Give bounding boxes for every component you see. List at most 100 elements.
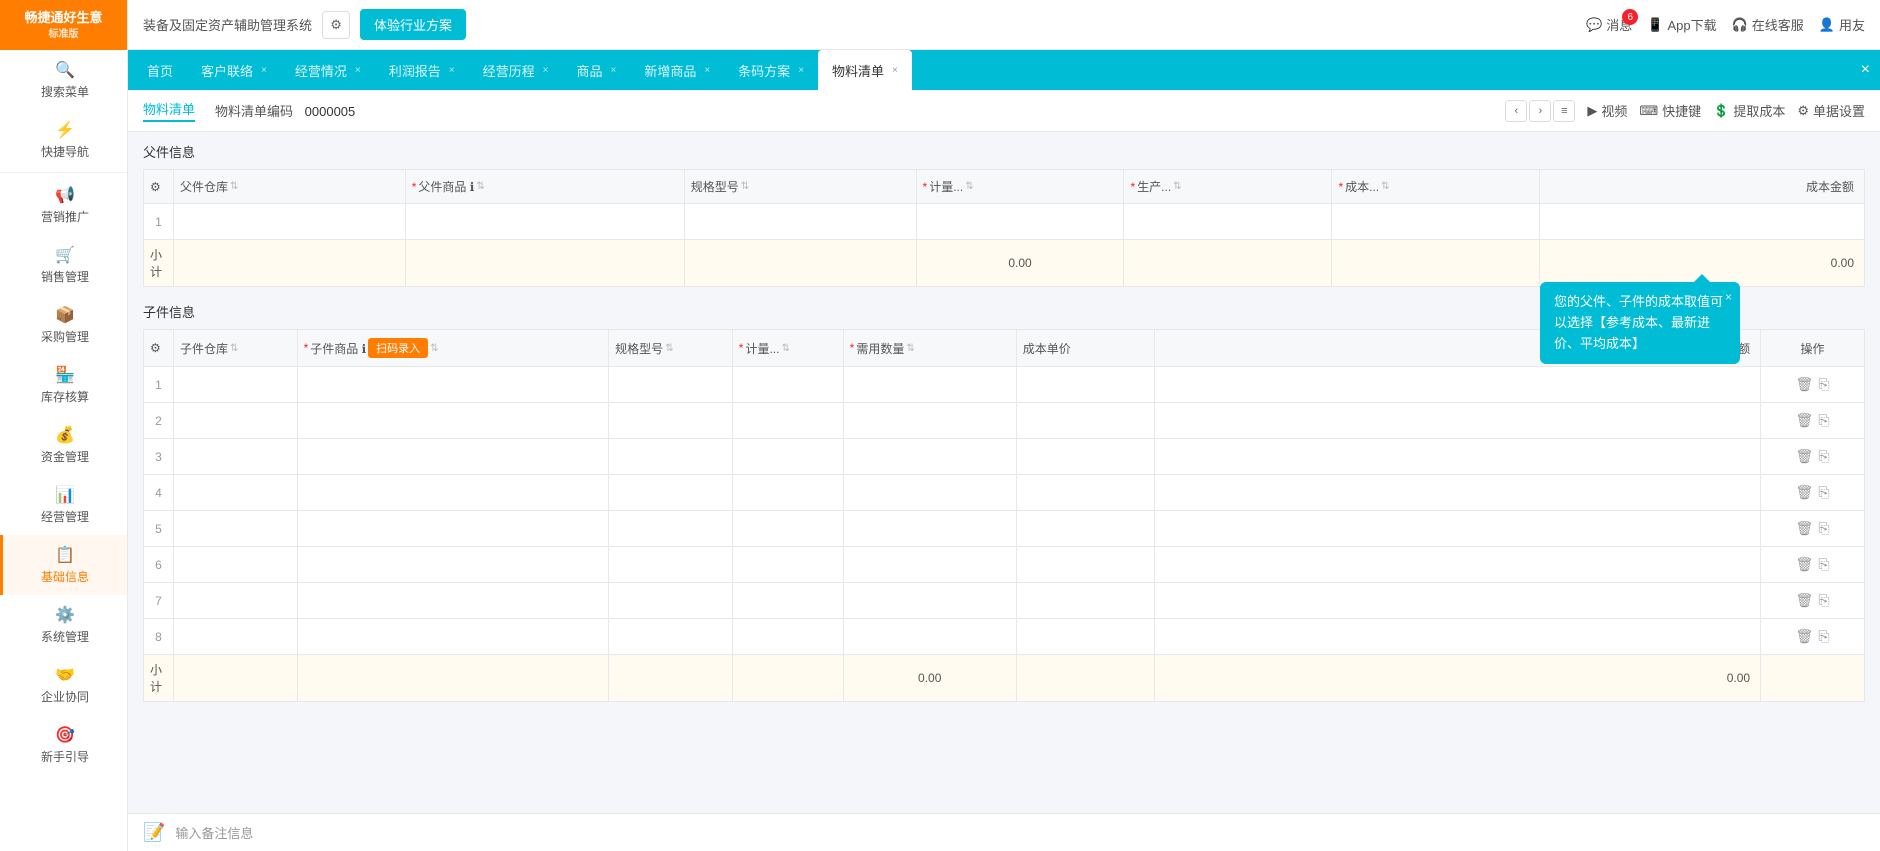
parent-unit-cell[interactable] <box>916 204 1124 240</box>
copy-icon-8[interactable]: ⎘ <box>1818 628 1829 645</box>
tab-customer-close[interactable]: × <box>261 65 267 76</box>
child-unitcost-cell-1[interactable] <box>1016 367 1154 403</box>
settings-button[interactable]: ⚙ <box>322 11 350 39</box>
cost-action[interactable]: 💲 提取成本 <box>1713 101 1785 120</box>
child-spec-cell-4[interactable] <box>609 475 733 511</box>
child-warehouse-cell-8[interactable] <box>174 619 298 655</box>
tab-profit-close[interactable]: × <box>449 65 455 76</box>
child-qty-cell-2[interactable] <box>843 403 1016 439</box>
scan-button[interactable]: 扫码录入 <box>368 338 428 358</box>
sidebar-item-sales[interactable]: 🛒 销售管理 <box>0 235 127 295</box>
child-spec-cell-6[interactable] <box>609 547 733 583</box>
child-unitcost-cell-5[interactable] <box>1016 511 1154 547</box>
child-unit-cell-2[interactable] <box>732 403 843 439</box>
delete-icon-6[interactable]: 🗑 <box>1796 556 1814 573</box>
tab-barcode-close[interactable]: × <box>798 65 804 76</box>
child-unit-cell-7[interactable] <box>732 583 843 619</box>
delete-icon-5[interactable]: 🗑 <box>1796 520 1814 537</box>
child-goods-cell-2[interactable] <box>297 403 609 439</box>
tab-barcode[interactable]: 条码方案 × <box>724 50 818 90</box>
sidebar-item-quicknav[interactable]: ⚡ 快捷导航 <box>0 110 127 170</box>
tab-bom[interactable]: 物料清单 × <box>818 50 912 90</box>
settings-action[interactable]: ⚙ 单据设置 <box>1797 101 1865 120</box>
copy-icon-2[interactable]: ⎘ <box>1818 412 1829 429</box>
child-unit-cell-3[interactable] <box>732 439 843 475</box>
close-all-button[interactable]: × <box>1856 56 1875 84</box>
sub-tab-code-label[interactable]: 物料清单编码 <box>215 104 293 119</box>
child-qty-cell-1[interactable] <box>843 367 1016 403</box>
child-unitcost-cell-6[interactable] <box>1016 547 1154 583</box>
sidebar-item-finance[interactable]: 💰 资金管理 <box>0 415 127 475</box>
tab-operations-close[interactable]: × <box>355 65 361 76</box>
parent-spec-cell[interactable] <box>684 204 916 240</box>
child-unitcost-cell-4[interactable] <box>1016 475 1154 511</box>
delete-icon-4[interactable]: 🗑 <box>1796 484 1814 501</box>
copy-icon-6[interactable]: ⎘ <box>1818 556 1829 573</box>
tab-customer[interactable]: 客户联络 × <box>187 50 281 90</box>
sidebar-item-purchase[interactable]: 📦 采购管理 <box>0 295 127 355</box>
child-unitcost-cell-2[interactable] <box>1016 403 1154 439</box>
copy-icon-1[interactable]: ⎘ <box>1818 376 1829 393</box>
child-qty-cell-5[interactable] <box>843 511 1016 547</box>
child-warehouse-cell-7[interactable] <box>174 583 298 619</box>
child-unit-cell-1[interactable] <box>732 367 843 403</box>
tab-profit[interactable]: 利润报告 × <box>375 50 469 90</box>
tab-home[interactable]: 首页 <box>133 50 187 90</box>
child-qty-cell-7[interactable] <box>843 583 1016 619</box>
child-unit-cell-5[interactable] <box>732 511 843 547</box>
sidebar-item-marketing[interactable]: 📢 营销推广 <box>0 175 127 235</box>
tab-new-goods[interactable]: 新增商品 × <box>630 50 724 90</box>
menu-button[interactable]: ≡ <box>1553 100 1575 122</box>
child-spec-cell-8[interactable] <box>609 619 733 655</box>
child-unit-cell-8[interactable] <box>732 619 843 655</box>
app-download-button[interactable]: 📱 App下载 <box>1647 15 1716 34</box>
child-qty-cell-6[interactable] <box>843 547 1016 583</box>
delete-icon-7[interactable]: 🗑 <box>1796 592 1814 609</box>
parent-produce-cell[interactable] <box>1124 204 1332 240</box>
delete-icon-1[interactable]: 🗑 <box>1796 376 1814 393</box>
experience-button[interactable]: 体验行业方案 <box>360 9 466 40</box>
child-goods-cell-8[interactable] <box>297 619 609 655</box>
child-goods-cell-3[interactable] <box>297 439 609 475</box>
child-goods-cell-4[interactable] <box>297 475 609 511</box>
tab-goods[interactable]: 商品 × <box>562 50 630 90</box>
parent-cost-cell[interactable] <box>1332 204 1540 240</box>
child-warehouse-cell-4[interactable] <box>174 475 298 511</box>
child-warehouse-cell-6[interactable] <box>174 547 298 583</box>
child-warehouse-cell-1[interactable] <box>174 367 298 403</box>
child-warehouse-cell-3[interactable] <box>174 439 298 475</box>
copy-icon-4[interactable]: ⎘ <box>1818 484 1829 501</box>
prev-button[interactable]: ‹ <box>1505 100 1527 122</box>
child-spec-cell-7[interactable] <box>609 583 733 619</box>
child-warehouse-cell-5[interactable] <box>174 511 298 547</box>
sidebar-item-inventory[interactable]: 🏪 库存核算 <box>0 355 127 415</box>
copy-icon-3[interactable]: ⎘ <box>1818 448 1829 465</box>
tooltip-close-button[interactable]: × <box>1725 288 1732 307</box>
user-button[interactable]: 👤 用友 <box>1819 15 1865 34</box>
next-button[interactable]: › <box>1529 100 1551 122</box>
child-spec-cell-2[interactable] <box>609 403 733 439</box>
view-action[interactable]: ▶ 视频 <box>1587 101 1627 120</box>
online-service-button[interactable]: 🎧 在线客服 <box>1732 15 1804 34</box>
delete-icon-8[interactable]: 🗑 <box>1796 628 1814 645</box>
parent-goods-cell[interactable] <box>405 204 684 240</box>
sidebar-item-guide[interactable]: 🎯 新手引导 <box>0 715 127 775</box>
child-goods-cell-7[interactable] <box>297 583 609 619</box>
delete-icon-2[interactable]: 🗑 <box>1796 412 1814 429</box>
tab-goods-close[interactable]: × <box>610 65 616 76</box>
copy-icon-5[interactable]: ⎘ <box>1818 520 1829 537</box>
child-spec-cell-1[interactable] <box>609 367 733 403</box>
shortcut-action[interactable]: ⌨ 快捷键 <box>1639 101 1701 120</box>
tab-history-close[interactable]: × <box>543 65 549 76</box>
sidebar-item-search[interactable]: 🔍 搜索菜单 <box>0 50 127 110</box>
tab-operations[interactable]: 经营情况 × <box>281 50 375 90</box>
child-qty-cell-3[interactable] <box>843 439 1016 475</box>
child-unitcost-cell-7[interactable] <box>1016 583 1154 619</box>
child-goods-cell-1[interactable] <box>297 367 609 403</box>
sidebar-item-operations[interactable]: 📊 经营管理 <box>0 475 127 535</box>
copy-icon-7[interactable]: ⎘ <box>1818 592 1829 609</box>
sub-tab-bom[interactable]: 物料清单 <box>143 99 195 122</box>
child-goods-cell-5[interactable] <box>297 511 609 547</box>
tab-bom-close[interactable]: × <box>892 65 898 76</box>
tab-new-goods-close[interactable]: × <box>704 65 710 76</box>
